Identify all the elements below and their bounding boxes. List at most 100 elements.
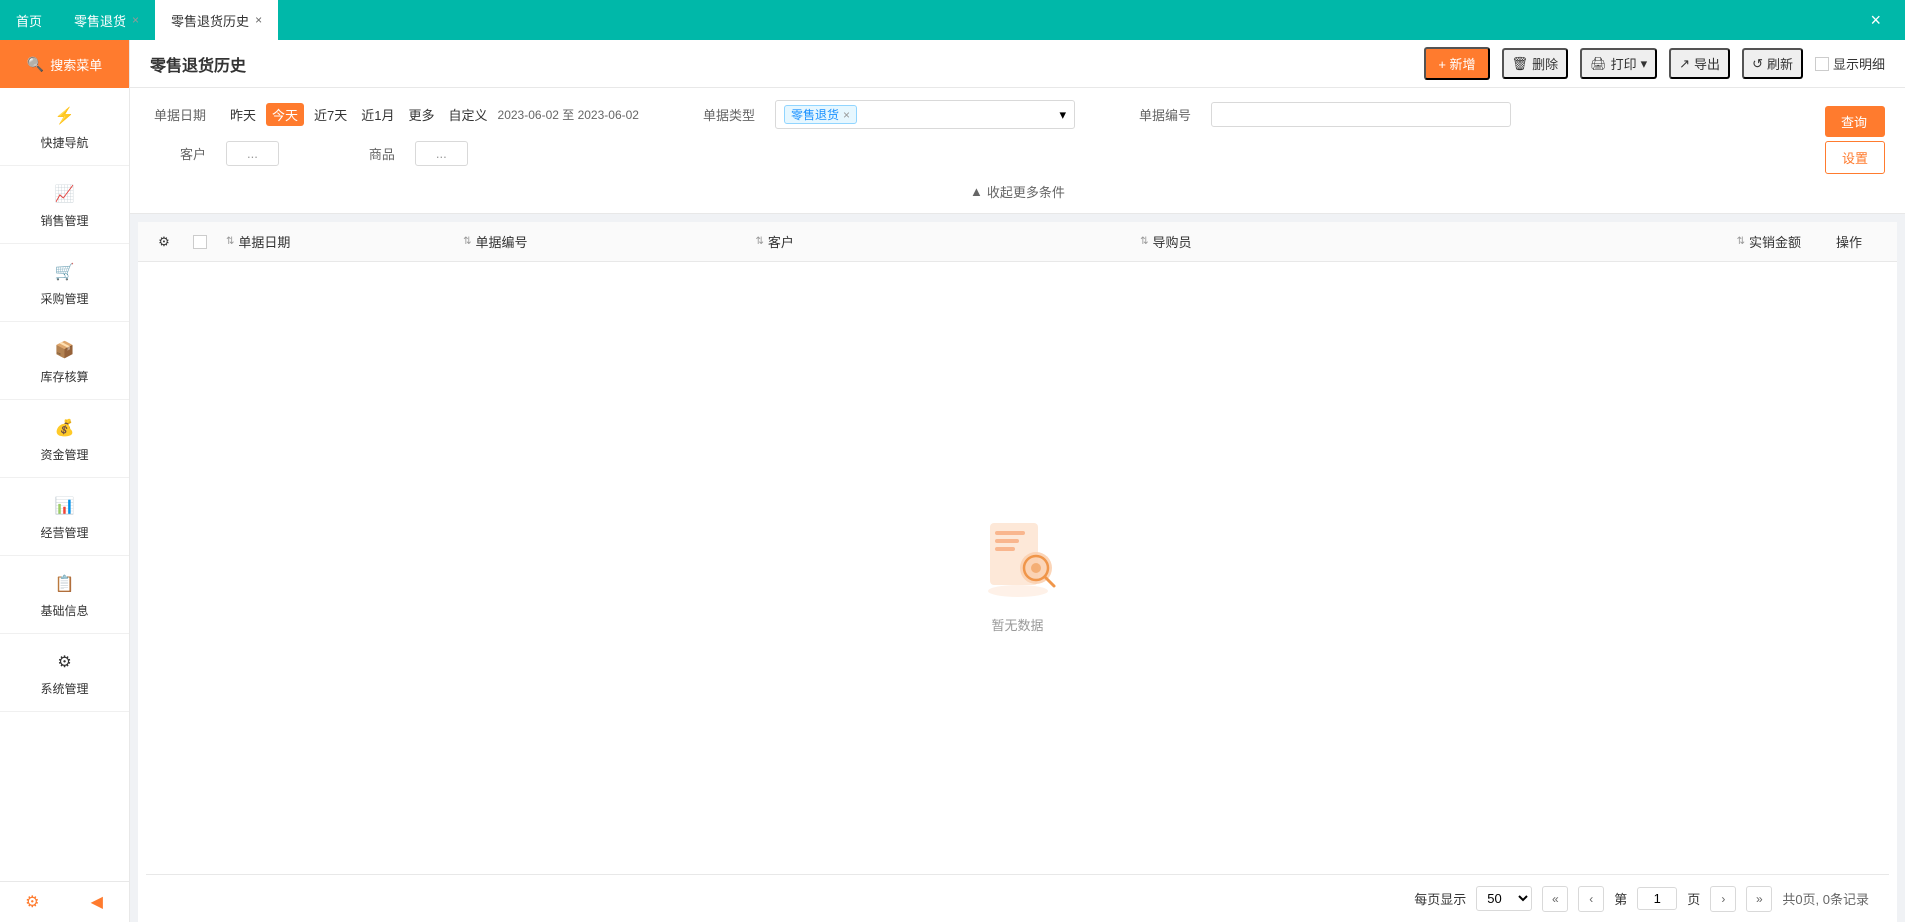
- quick-nav-icon: ⚡: [51, 102, 79, 130]
- date-option-custom[interactable]: 自定义: [445, 103, 492, 126]
- tab-retail-return-close[interactable]: ×: [132, 13, 139, 27]
- new-button[interactable]: + 新增: [1424, 47, 1489, 80]
- filter-row-date: 单据日期 昨天 今天 近7天 近1月 更多 自定义 2023-06-02 至 2…: [150, 100, 1885, 129]
- sidebar-item-quick-nav[interactable]: ⚡ 快捷导航: [0, 88, 129, 166]
- sidebar-item-system[interactable]: ⚙ 系统管理: [0, 634, 129, 712]
- search-icon: 🔍: [27, 56, 44, 73]
- goods-filter-label: 商品: [339, 144, 395, 163]
- sidebar-item-finance-label: 资金管理: [40, 446, 88, 463]
- last-page-button[interactable]: »: [1746, 886, 1772, 912]
- sidebar-item-purchase[interactable]: 🛒 采购管理: [0, 244, 129, 322]
- prev-page-button[interactable]: ‹: [1578, 886, 1604, 912]
- amount-column-header[interactable]: ⇅ 实销金额: [1609, 232, 1809, 251]
- collapse-icon: ▲: [970, 184, 983, 199]
- refresh-button[interactable]: ↺ 刷新: [1742, 48, 1803, 79]
- sidebar-item-finance[interactable]: 💰 资金管理: [0, 400, 129, 478]
- page-title: 零售退货历史: [150, 52, 246, 76]
- prev-page-icon: ‹: [1589, 892, 1593, 906]
- table-container: ⚙ ⇅ 单据日期 ⇅ 单据编号 ⇅ 客户 ⇅: [138, 222, 1897, 922]
- goods-filter-input[interactable]: ...: [415, 141, 468, 166]
- sidebar-item-sales[interactable]: 📈 销售管理: [0, 166, 129, 244]
- sort-icon: ⇅: [1140, 236, 1148, 247]
- customer-filter-input[interactable]: ...: [226, 141, 279, 166]
- collapse-icon: ◀: [91, 892, 103, 912]
- tab-retail-return-history-label: 零售退货历史: [171, 11, 249, 30]
- delete-button[interactable]: 🗑 删除: [1502, 48, 1569, 79]
- sort-icon: ⇅: [463, 236, 471, 247]
- customer-column-header[interactable]: ⇅ 客户: [748, 232, 1133, 251]
- collapse-button[interactable]: ▲ 收起更多条件: [970, 182, 1065, 201]
- system-icon: ⚙: [51, 648, 79, 676]
- window-close-button[interactable]: ×: [1862, 6, 1889, 35]
- top-bar: 首页 零售退货 × 零售退货历史 × ×: [0, 0, 1905, 40]
- date-option-yesterday[interactable]: 昨天: [226, 103, 260, 126]
- sidebar: 🔍 搜索菜单 ⚡ 快捷导航 📈 销售管理 🛒 采购管理 📦 库存核算 💰 资金管…: [0, 40, 130, 922]
- sidebar-item-purchase-label: 采购管理: [40, 290, 88, 307]
- filter-row-customer: 客户 ... 商品 ...: [150, 141, 1885, 166]
- date-option-1month[interactable]: 近1月: [357, 103, 398, 126]
- no-filter-input[interactable]: [1211, 102, 1511, 127]
- select-all-checkbox[interactable]: [193, 235, 207, 249]
- no-filter-label: 单据编号: [1135, 105, 1191, 124]
- sidebar-gear-button[interactable]: ⚙: [0, 882, 65, 922]
- sidebar-item-system-label: 系统管理: [40, 680, 88, 697]
- next-page-icon: ›: [1721, 892, 1725, 906]
- print-button[interactable]: 🖨 打印 ▾: [1580, 48, 1657, 79]
- tab-home[interactable]: 首页: [0, 0, 58, 40]
- sidebar-item-inventory-label: 库存核算: [40, 368, 88, 385]
- page-number-input[interactable]: [1637, 887, 1677, 910]
- tab-retail-return-history-close[interactable]: ×: [255, 13, 262, 27]
- next-page-button[interactable]: ›: [1710, 886, 1736, 912]
- show-detail-checkbox[interactable]: [1815, 57, 1829, 71]
- sidebar-item-inventory[interactable]: 📦 库存核算: [0, 322, 129, 400]
- print-dropdown-icon: ▾: [1641, 56, 1648, 72]
- checkbox-column-header[interactable]: [182, 235, 218, 249]
- date-column-header[interactable]: ⇅ 单据日期: [218, 232, 455, 251]
- filter-area: 单据日期 昨天 今天 近7天 近1月 更多 自定义 2023-06-02 至 2…: [130, 88, 1905, 214]
- type-filter-label: 单据类型: [699, 105, 755, 124]
- export-button[interactable]: ↗ 导出: [1669, 48, 1730, 79]
- sidebar-item-operations[interactable]: 📊 经营管理: [0, 478, 129, 556]
- print-icon: 🖨: [1590, 56, 1607, 72]
- sort-icon: ⇅: [1737, 236, 1745, 247]
- sidebar-item-operations-label: 经营管理: [40, 524, 88, 541]
- action-column-header: 操作: [1809, 232, 1889, 251]
- delete-icon: 🗑: [1512, 56, 1529, 72]
- sidebar-collapse-button[interactable]: ◀: [65, 882, 130, 922]
- date-range-display: 2023-06-02 至 2023-06-02: [498, 106, 639, 123]
- sidebar-search-button[interactable]: 🔍 搜索菜单: [0, 40, 129, 88]
- sidebar-item-sales-label: 销售管理: [40, 212, 88, 229]
- page-header: 零售退货历史 + 新增 🗑 删除 🖨 打印 ▾ ↗ 导出 ↺: [130, 40, 1905, 88]
- date-option-7days[interactable]: 近7天: [310, 103, 351, 126]
- first-page-button[interactable]: «: [1542, 886, 1568, 912]
- operations-icon: 📊: [51, 492, 79, 520]
- type-tag-close[interactable]: ×: [843, 108, 850, 122]
- per-page-select[interactable]: 50 10 20 100: [1476, 886, 1532, 911]
- type-select-chevron: ▾: [1059, 107, 1066, 123]
- guide-column-header[interactable]: ⇅ 导购员: [1132, 232, 1424, 251]
- query-button[interactable]: 查询: [1825, 106, 1885, 137]
- filter-collapse-row: ▲ 收起更多条件: [150, 178, 1885, 201]
- no-column-header[interactable]: ⇅ 单据编号: [455, 232, 747, 251]
- type-filter-select[interactable]: 零售退货 × ▾: [775, 100, 1075, 129]
- export-icon: ↗: [1679, 56, 1690, 72]
- settings-column-header[interactable]: ⚙: [146, 234, 182, 250]
- show-detail-label: 显示明细: [1833, 54, 1885, 73]
- page-label: 第: [1614, 889, 1627, 908]
- customer-filter-label: 客户: [150, 144, 206, 163]
- base-info-icon: 📋: [51, 570, 79, 598]
- empty-state-icon: [968, 503, 1068, 603]
- show-detail-toggle[interactable]: 显示明细: [1815, 54, 1885, 73]
- sidebar-item-base-info[interactable]: 📋 基础信息: [0, 556, 129, 634]
- tab-retail-return-history[interactable]: 零售退货历史 ×: [155, 0, 278, 40]
- date-option-more[interactable]: 更多: [405, 103, 439, 126]
- date-option-today[interactable]: 今天: [266, 103, 304, 126]
- main-layout: 🔍 搜索菜单 ⚡ 快捷导航 📈 销售管理 🛒 采购管理 📦 库存核算 💰 资金管…: [0, 40, 1905, 922]
- tab-retail-return[interactable]: 零售退货 ×: [58, 0, 155, 40]
- inventory-icon: 📦: [51, 336, 79, 364]
- date-filter-label: 单据日期: [150, 105, 206, 124]
- type-tag: 零售退货 ×: [784, 105, 857, 124]
- settings-button[interactable]: 设置: [1825, 141, 1885, 174]
- page-of-label: 页: [1687, 889, 1700, 908]
- type-tag-value: 零售退货: [791, 106, 839, 123]
